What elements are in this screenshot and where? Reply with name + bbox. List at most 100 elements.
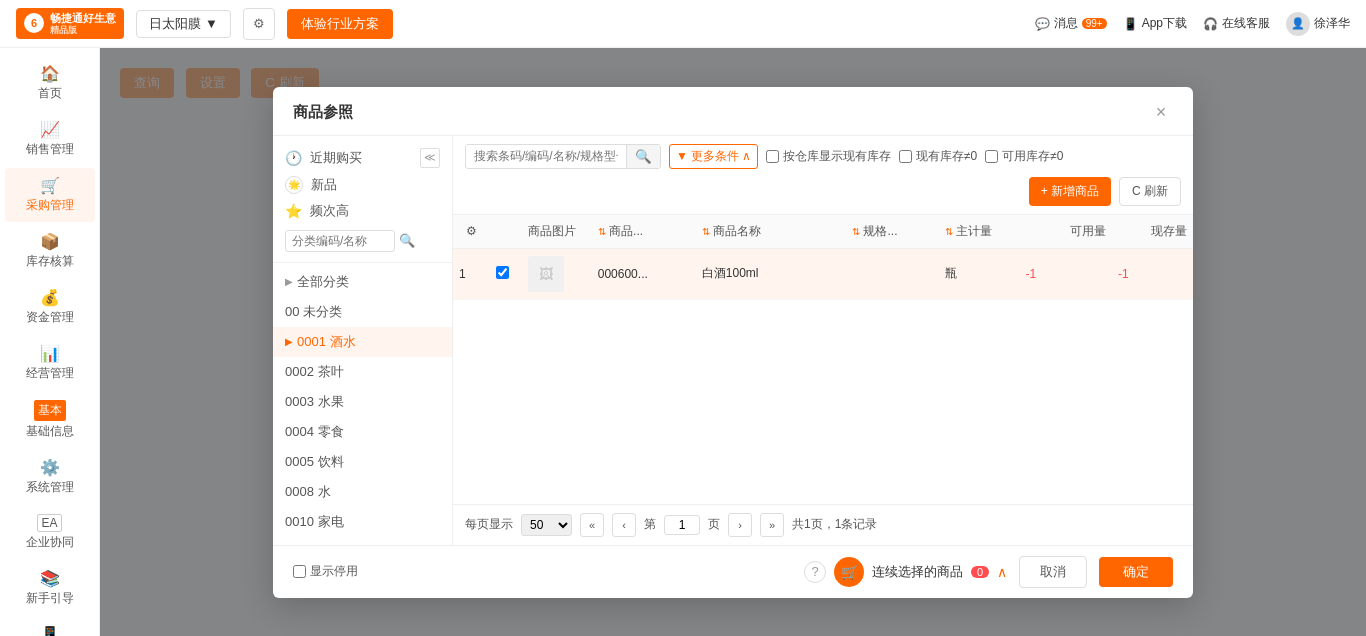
cat-item-0010[interactable]: 0010 家电: [273, 507, 452, 537]
sidebar-item-purchase[interactable]: 🛒 采购管理: [5, 168, 95, 222]
refresh-button[interactable]: C 刷新: [1119, 177, 1181, 206]
prev-page-button[interactable]: ‹: [612, 513, 636, 537]
cat-item-0004[interactable]: 0004 零食: [273, 417, 452, 447]
cat-item-0001[interactable]: ▶ 0001 酒水: [273, 327, 452, 357]
modal-footer: 显示停用 ? 🛒 连续选择的商品 0 ∧ 取消 确定: [273, 545, 1193, 598]
show-disabled-checkbox[interactable]: [293, 565, 306, 578]
collapse-button[interactable]: ≪: [420, 148, 440, 168]
quick-new[interactable]: 🌟 新品: [273, 172, 452, 198]
search-input[interactable]: [466, 145, 626, 167]
cell-available: -1: [1020, 248, 1113, 299]
sidebar-item-system[interactable]: ⚙️ 系统管理: [5, 450, 95, 504]
cat-item-all[interactable]: ▶ 全部分类: [273, 267, 452, 297]
checkbox-warehouse[interactable]: 按仓库显示现有库存: [766, 148, 891, 165]
sort-icon-unit: ⇅: [945, 226, 953, 237]
sidebar-item-basic[interactable]: 基本 基础信息: [5, 392, 95, 448]
online-service-button[interactable]: 🎧 在线客服: [1203, 15, 1270, 32]
purchase-icon: 🛒: [40, 176, 60, 195]
cat-item-0003[interactable]: 0003 水果: [273, 387, 452, 417]
sidebar-label-system: 系统管理: [26, 479, 74, 496]
nav-dropdown[interactable]: 日太阳膜 ▼: [136, 10, 231, 38]
top-header: 6 畅捷通好生意 精品版 日太阳膜 ▼ ⚙ 体验行业方案 💬 消息 99+ 📱 …: [0, 0, 1366, 48]
available-ne0-checkbox[interactable]: [985, 150, 998, 163]
new-icon: 🌟: [285, 176, 303, 194]
sidebar-label-home: 首页: [38, 85, 62, 102]
sort-icon-code: ⇅: [598, 226, 606, 237]
quick-recent[interactable]: 🕐 近期购买 ≪: [273, 144, 452, 172]
col-name[interactable]: ⇅ 商品名称: [696, 215, 846, 249]
category-search: 🔍: [273, 224, 452, 258]
col-unit[interactable]: ⇅ 主计量: [939, 215, 1020, 249]
quick-frequent[interactable]: ⭐ 频次高: [273, 198, 452, 224]
per-page-label: 每页显示: [465, 516, 513, 533]
confirm-button[interactable]: 确定: [1099, 557, 1173, 587]
sidebar-item-guide[interactable]: 📚 新手引导: [5, 561, 95, 615]
modal-title: 商品参照: [293, 103, 353, 122]
checkbox-stock-ne0[interactable]: 现有库存≠0: [899, 148, 977, 165]
col-code[interactable]: ⇅ 商品...: [592, 215, 696, 249]
show-disabled-label[interactable]: 显示停用: [293, 563, 358, 580]
sidebar-item-finance[interactable]: 💰 资金管理: [5, 280, 95, 334]
sidebar-label-enterprise: 企业协同: [26, 534, 74, 551]
cat-item-00[interactable]: 00 未分类: [273, 297, 452, 327]
sidebar-item-enterprise[interactable]: EA 企业协同: [5, 506, 95, 559]
stock-ne0-checkbox[interactable]: [899, 150, 912, 163]
cell-name: 白酒100ml: [696, 248, 846, 299]
sidebar-item-operations[interactable]: 📊 经营管理: [5, 336, 95, 390]
last-page-button[interactable]: »: [760, 513, 784, 537]
sidebar-item-apps[interactable]: 📱 应用中心: [5, 617, 95, 636]
divider: [273, 262, 452, 263]
help-icon-button[interactable]: ?: [804, 561, 826, 583]
user-menu[interactable]: 👤 徐泽华: [1286, 12, 1350, 36]
sidebar-item-inventory[interactable]: 📦 库存核算: [5, 224, 95, 278]
product-reference-modal: 商品参照 × 🕐 近期购买 ≪ 🌟 新品: [273, 87, 1193, 598]
cancel-button[interactable]: 取消: [1019, 556, 1087, 588]
sort-icon-name: ⇅: [702, 226, 710, 237]
modal-close-button[interactable]: ×: [1149, 101, 1173, 125]
messages-badge: 99+: [1082, 18, 1107, 29]
cat-item-0008[interactable]: 0008 水: [273, 477, 452, 507]
next-page-button[interactable]: ›: [728, 513, 752, 537]
page-input[interactable]: [664, 515, 700, 535]
sidebar-label-inventory: 库存核算: [26, 253, 74, 270]
col-spec[interactable]: ⇅ 规格...: [846, 215, 939, 249]
filter-button[interactable]: ▼ 更多条件 ∧: [669, 144, 758, 169]
first-page-button[interactable]: «: [580, 513, 604, 537]
apps-icon: 📱: [40, 625, 60, 636]
warehouse-checkbox[interactable]: [766, 150, 779, 163]
settings-button[interactable]: ⚙: [243, 8, 275, 40]
cat-item-0002[interactable]: 0002 茶叶: [273, 357, 452, 387]
checkbox-available-ne0[interactable]: 可用库存≠0: [985, 148, 1063, 165]
app-download-button[interactable]: 📱 App下载: [1123, 15, 1187, 32]
per-page-select[interactable]: 10 20 50 100: [521, 514, 572, 536]
left-sidebar: 🏠 首页 📈 销售管理 🛒 采购管理 📦 库存核算 💰 资金管理 📊 经营管理 …: [0, 48, 100, 636]
header-right: 💬 消息 99+ 📱 App下载 🎧 在线客服 👤 徐泽华: [1035, 12, 1350, 36]
col-settings[interactable]: ⚙: [453, 215, 490, 249]
product-table-container: ⚙ 商品图片 ⇅ 商品... ⇅: [453, 215, 1193, 504]
messages-button[interactable]: 💬 消息 99+: [1035, 15, 1107, 32]
cell-check[interactable]: [490, 248, 522, 299]
sidebar-item-sales[interactable]: 📈 销售管理: [5, 112, 95, 166]
category-search-icon[interactable]: 🔍: [399, 233, 415, 248]
table-row[interactable]: 1 🖼 000600... 白酒100ml: [453, 248, 1193, 299]
chevron-up-icon: ∧: [742, 149, 751, 163]
toolbar-right: + 新增商品 C 刷新: [1029, 177, 1181, 206]
add-product-button[interactable]: + 新增商品: [1029, 177, 1111, 206]
category-search-input[interactable]: [285, 230, 395, 252]
collapse-icon[interactable]: ∧: [997, 564, 1007, 580]
cell-stock: -1: [1112, 248, 1193, 299]
cat-item-0005[interactable]: 0005 饮料: [273, 447, 452, 477]
row-checkbox[interactable]: [496, 266, 509, 279]
col-stock: 现存量: [1112, 215, 1193, 249]
messages-label: 消息: [1054, 15, 1078, 32]
online-service-label: 在线客服: [1222, 15, 1270, 32]
page-label: 第: [644, 516, 656, 533]
guide-icon: 📚: [40, 569, 60, 588]
search-button[interactable]: 🔍: [626, 145, 660, 168]
page-suffix: 页: [708, 516, 720, 533]
cell-unit: 瓶: [939, 248, 1020, 299]
cart-button[interactable]: 🛒: [834, 557, 864, 587]
sort-icon-spec: ⇅: [852, 226, 860, 237]
sidebar-item-home[interactable]: 🏠 首页: [5, 56, 95, 110]
experience-button[interactable]: 体验行业方案: [287, 9, 393, 39]
